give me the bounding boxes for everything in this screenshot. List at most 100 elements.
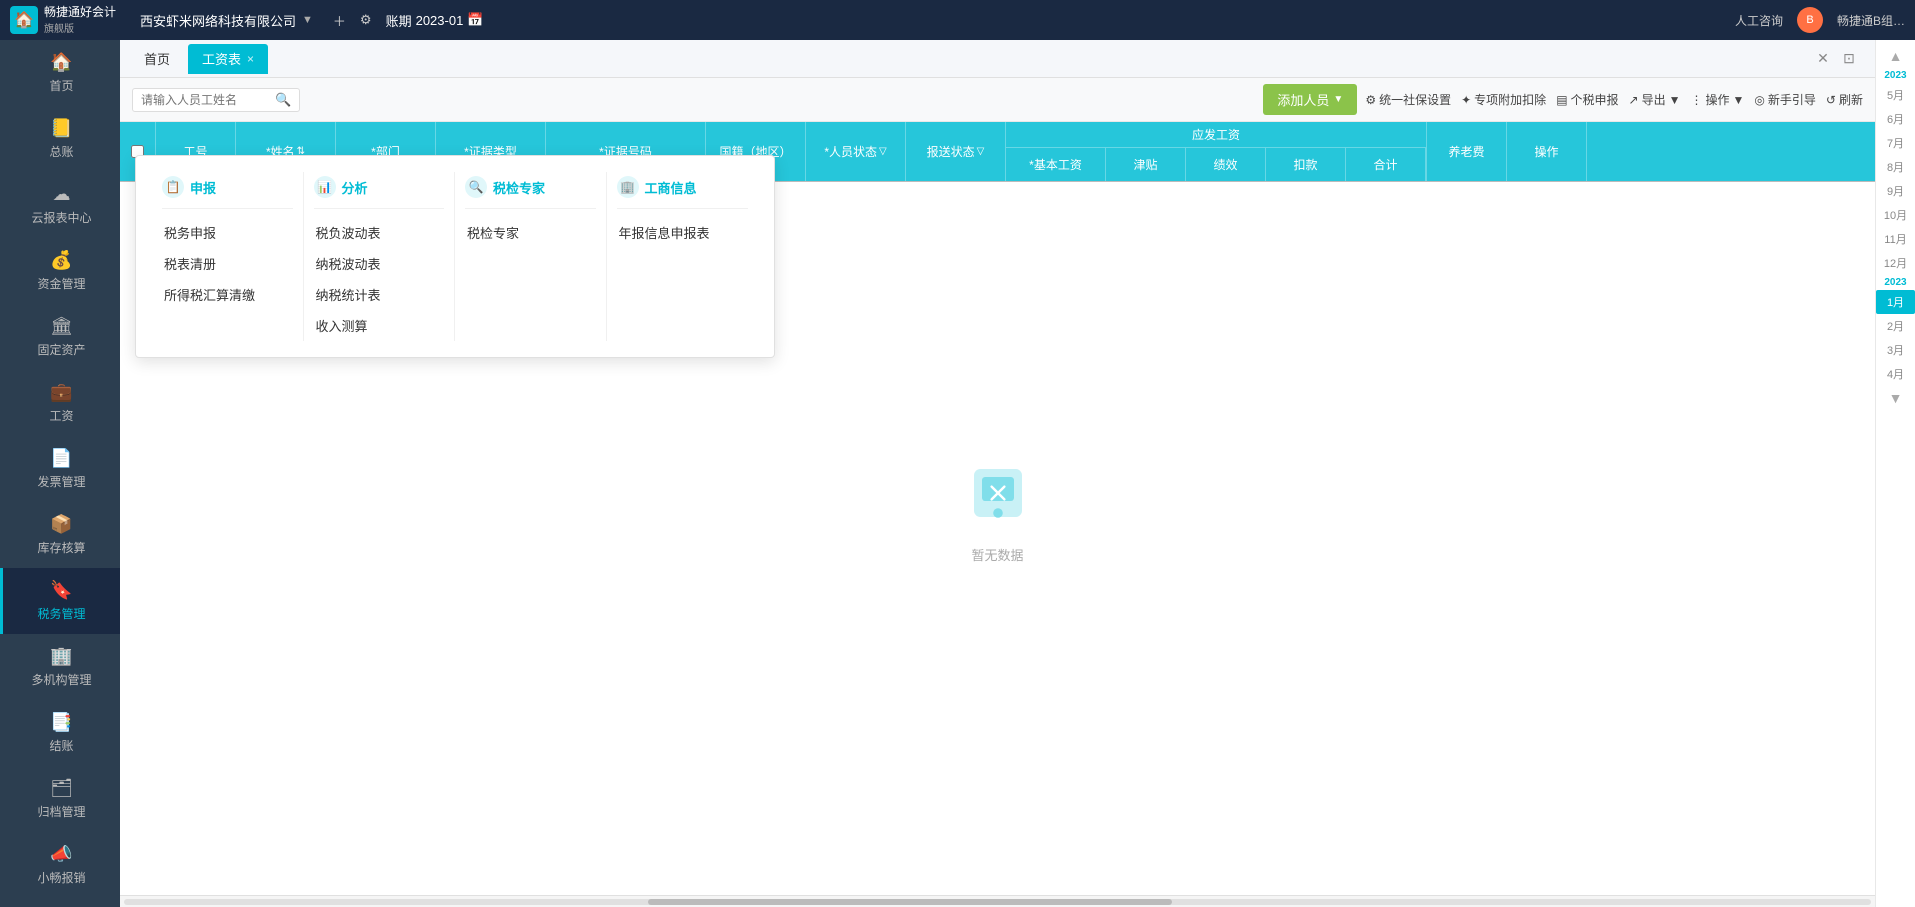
- menu-item-tax-expert[interactable]: 税检专家: [465, 217, 596, 248]
- sidebar-label-inventory: 库存核算: [37, 539, 85, 556]
- timeline-nav-down[interactable]: ▼: [1885, 386, 1907, 410]
- menu-section-tax-expert-title: 🔍 税检专家: [465, 172, 596, 209]
- toolbar-export[interactable]: ↗ 导出 ▼: [1629, 91, 1681, 108]
- timeline-month-7[interactable]: 7月: [1876, 131, 1915, 155]
- timeline-month-3[interactable]: 3月: [1876, 338, 1915, 362]
- sidebar-item-salary[interactable]: 💼 工资: [0, 370, 120, 436]
- scroll-thumb[interactable]: [648, 899, 1172, 905]
- tax-report-icon: ▤: [1556, 93, 1567, 107]
- bottom-scrollbar[interactable]: [120, 895, 1875, 907]
- menu-item-tax-declaration[interactable]: 税务申报: [162, 217, 293, 248]
- tab-home[interactable]: 首页: [130, 44, 184, 74]
- declaration-section-label: 申报: [190, 178, 216, 197]
- menu-item-tax-fluctuation[interactable]: 纳税波动表: [314, 248, 445, 279]
- search-icon: 🔍: [275, 92, 291, 108]
- sidebar-item-fund[interactable]: 💰 资金管理: [0, 238, 120, 304]
- add-company-icon[interactable]: ＋: [333, 11, 346, 30]
- sidebar-item-archive[interactable]: 🗂 归档管理: [0, 766, 120, 832]
- th-salary-group-label: 应发工资: [1006, 122, 1426, 148]
- toolbar-tax-report[interactable]: ▤ 个税申报: [1556, 91, 1618, 108]
- operations-label: 操作: [1706, 91, 1730, 108]
- sidebar-item-expense[interactable]: 📣 小畅报销: [0, 832, 120, 898]
- menu-item-tax-burden[interactable]: 税负波动表: [314, 217, 445, 248]
- guide-toolbar-label: 新手引导: [1768, 91, 1816, 108]
- sidebar-item-cloud-report[interactable]: ☁ 云报表中心: [0, 172, 120, 238]
- social-security-label: 统一社保设置: [1379, 91, 1451, 108]
- top-right: 人工咨询 B 畅捷通B组…: [1735, 7, 1905, 33]
- sidebar-label-invoice: 发票管理: [37, 473, 85, 490]
- tab-salary-sheet[interactable]: 工资表 ×: [188, 44, 268, 74]
- timeline-year-2023-top: 2023: [1884, 68, 1906, 83]
- timeline-month-6[interactable]: 6月: [1876, 107, 1915, 131]
- ledger-icon: 📒: [50, 118, 72, 139]
- th-base-salary: *基本工资: [1006, 148, 1106, 181]
- sidebar-item-tax[interactable]: 🔖 税务管理: [0, 568, 120, 634]
- timeline-month-2[interactable]: 2月: [1876, 314, 1915, 338]
- timeline-month-12[interactable]: 12月: [1876, 251, 1915, 275]
- menu-section-declaration: 📋 申报 税务申报 税表清册 所得税汇算清缴: [152, 172, 304, 341]
- menu-section-analysis: 📊 分析 税负波动表 纳税波动表 纳税统计表 收入测算: [304, 172, 456, 341]
- search-input[interactable]: [141, 93, 271, 107]
- analysis-section-label: 分析: [342, 178, 368, 197]
- calendar-icon[interactable]: 📅: [467, 12, 483, 28]
- invoice-icon: 📄: [50, 448, 72, 469]
- menu-item-income-tax[interactable]: 所得税汇算清缴: [162, 279, 293, 310]
- timeline-month-10[interactable]: 10月: [1876, 203, 1915, 227]
- analysis-section-icon: 📊: [314, 176, 336, 198]
- support-link[interactable]: 人工咨询: [1735, 12, 1783, 29]
- timeline-nav-up[interactable]: ▲: [1885, 44, 1907, 68]
- toolbar-refresh[interactable]: ↺ 刷新: [1826, 91, 1863, 108]
- company-selector[interactable]: 西安虾米网络科技有限公司 ▼: [140, 11, 313, 30]
- timeline-month-11[interactable]: 11月: [1876, 227, 1915, 251]
- tax-expert-section-label: 税检专家: [493, 178, 545, 197]
- toolbar-guide[interactable]: ◎ 新手引导: [1754, 91, 1816, 108]
- tabs-bar: 首页 工资表 × ✕ ⊡: [120, 40, 1875, 78]
- settings-icon[interactable]: ⚙: [360, 12, 372, 28]
- refresh-icon: ↺: [1826, 93, 1836, 107]
- expense-icon: 📣: [50, 844, 72, 865]
- timeline-month-5[interactable]: 5月: [1876, 83, 1915, 107]
- timeline-month-8[interactable]: 8月: [1876, 155, 1915, 179]
- filter-report-icon[interactable]: ▽: [977, 146, 985, 157]
- assets-icon: 🏛: [50, 316, 73, 337]
- sidebar-item-settings[interactable]: ⚙ 基础设置: [0, 898, 120, 907]
- sidebar-item-ledger[interactable]: 📒 总账: [0, 106, 120, 172]
- app-name: 畅捷通好会计: [44, 5, 116, 19]
- refresh-label: 刷新: [1839, 91, 1863, 108]
- toolbar-special-deduct[interactable]: ✦ 专项附加扣除: [1461, 91, 1546, 108]
- th-report-status: 报送状态 ▽: [906, 122, 1006, 181]
- timeline-month-4[interactable]: 4月: [1876, 362, 1915, 386]
- menu-item-income-calc[interactable]: 收入测算: [314, 310, 445, 341]
- sidebar-item-close-accounts[interactable]: 📑 结账: [0, 700, 120, 766]
- sidebar-label-close-accounts: 结账: [49, 737, 73, 754]
- app-logo-icon: 🏠: [10, 6, 38, 34]
- window-restore-button[interactable]: ⊡: [1839, 49, 1859, 69]
- menu-item-tax-table[interactable]: 税表清册: [162, 248, 293, 279]
- menu-item-annual-report[interactable]: 年报信息申报表: [617, 217, 749, 248]
- th-pension: 养老费: [1427, 122, 1507, 181]
- timeline-month-9[interactable]: 9月: [1876, 179, 1915, 203]
- tab-close-icon[interactable]: ×: [247, 52, 254, 66]
- th-performance: 绩效: [1186, 148, 1266, 181]
- toolbar-operations[interactable]: ⋮ 操作 ▼: [1691, 91, 1745, 108]
- th-salary-sub-cols: *基本工资 津贴 绩效 扣款 合计: [1006, 148, 1426, 181]
- sidebar-item-multi-org[interactable]: 🏢 多机构管理: [0, 634, 120, 700]
- toolbar-social-security[interactable]: ⚙ 统一社保设置: [1365, 91, 1451, 108]
- sidebar-item-assets[interactable]: 🏛 固定资产: [0, 304, 120, 370]
- window-close-button[interactable]: ✕: [1813, 49, 1833, 69]
- add-person-button[interactable]: 添加人员 ▼: [1263, 84, 1357, 115]
- sidebar-item-inventory[interactable]: 📦 库存核算: [0, 502, 120, 568]
- period-label: 账期: [386, 11, 412, 30]
- sidebar-label-archive: 归档管理: [37, 803, 85, 820]
- sidebar-item-invoice[interactable]: 📄 发票管理: [0, 436, 120, 502]
- sidebar-item-home[interactable]: 🏠 首页: [0, 40, 120, 106]
- user-avatar[interactable]: B: [1797, 7, 1823, 33]
- timeline-month-1[interactable]: 1月: [1876, 290, 1915, 314]
- right-timeline-panel: ▲ 2023 5月 6月 7月 8月 9月 10月 11月 12月 2023 1…: [1875, 40, 1915, 907]
- sidebar-label-tax: 税务管理: [37, 605, 85, 622]
- tax-icon: 🔖: [50, 580, 72, 601]
- menu-item-tax-stats[interactable]: 纳税统计表: [314, 279, 445, 310]
- filter-person-icon[interactable]: ▽: [879, 146, 887, 157]
- company-dropdown-arrow: ▼: [302, 14, 313, 26]
- scroll-track[interactable]: [124, 899, 1871, 905]
